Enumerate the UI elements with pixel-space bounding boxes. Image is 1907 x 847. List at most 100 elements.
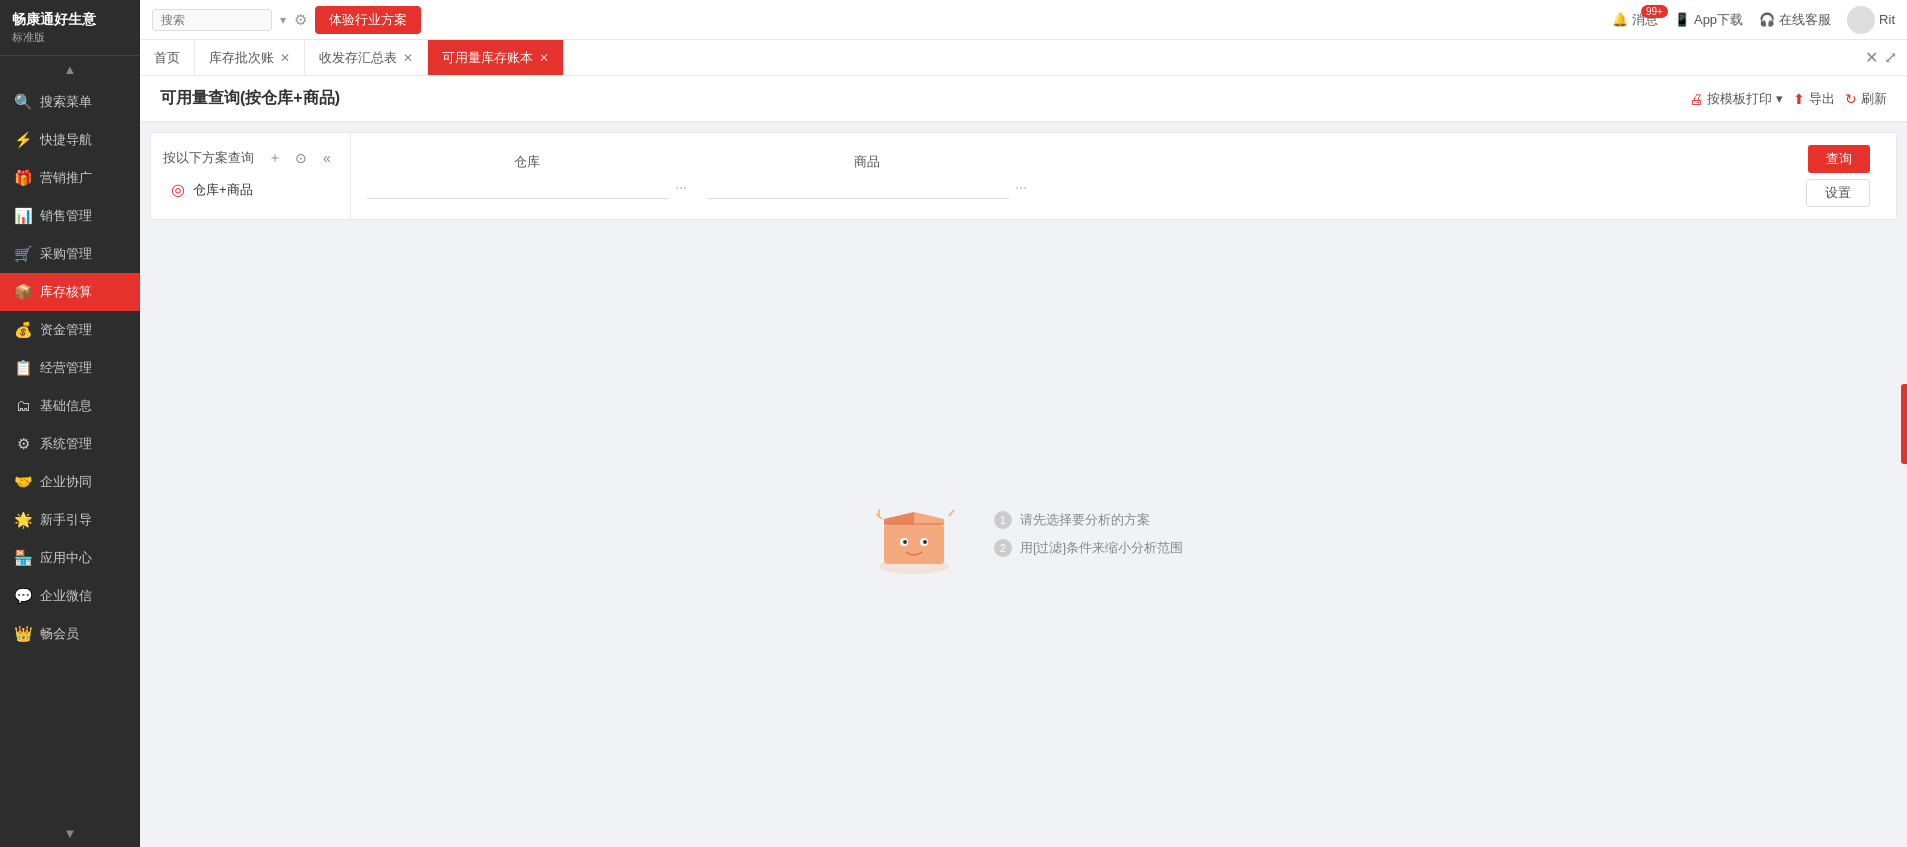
refresh-action[interactable]: ↻ 刷新 bbox=[1845, 90, 1887, 108]
tab-batch[interactable]: 库存批次账 ✕ bbox=[195, 40, 305, 75]
query-button[interactable]: 查询 bbox=[1808, 145, 1870, 173]
sidebar-item-label: 快捷导航 bbox=[40, 131, 92, 149]
sidebar-item-inventory[interactable]: 📦库存核算 bbox=[0, 273, 140, 311]
sidebar-scroll-down[interactable]: ▼ bbox=[0, 820, 140, 847]
chevron-down-icon[interactable]: ▾ bbox=[280, 13, 286, 27]
search-icon: 🔍 bbox=[14, 93, 32, 111]
svg-line-11 bbox=[949, 510, 954, 516]
sidebar-item-apps[interactable]: 🏪 应用中心 bbox=[0, 539, 140, 577]
sidebar-item-label: 企业协同 bbox=[40, 473, 92, 491]
print-icon: 🖨 bbox=[1689, 91, 1703, 107]
member-icon: 👑 bbox=[14, 625, 32, 643]
sidebar-item-label: 销售管理 bbox=[40, 207, 92, 225]
sidebar-item-basic[interactable]: 🗂基础信息 bbox=[0, 387, 140, 425]
close-tab-button[interactable]: ✕ bbox=[1865, 48, 1878, 67]
main-content: ▾ ⚙ 体验行业方案 🔔 消息 99+ 📱 App下载 🎧 在线客服 Rit bbox=[140, 0, 1907, 847]
filter-schemes: 按以下方案查询 ＋ ⊙ « ◎ 仓库+商品 bbox=[151, 133, 351, 219]
messages-button[interactable]: 🔔 消息 99+ bbox=[1612, 11, 1658, 29]
tab-home[interactable]: 首页 bbox=[140, 40, 195, 75]
guide-icon: 🌟 bbox=[14, 511, 32, 529]
sidebar-item-shortcut[interactable]: ⚡快捷导航 bbox=[0, 121, 140, 159]
tab-available[interactable]: 可用量库存账本✕ bbox=[428, 40, 564, 75]
filter-scheme-header: 按以下方案查询 ＋ ⊙ « bbox=[151, 143, 350, 173]
empty-state: 1 请先选择要分析的方案 2 用[过滤]条件来缩小分析范围 bbox=[140, 220, 1907, 847]
purchase-icon: 🛒 bbox=[14, 245, 32, 263]
messages-badge: 99+ bbox=[1641, 5, 1668, 18]
app-download-label: App下载 bbox=[1694, 11, 1743, 29]
sidebar-item-label: 应用中心 bbox=[40, 549, 92, 567]
filter-field-warehouse: 仓库 ··· bbox=[367, 153, 687, 199]
sidebar-item-member[interactable]: 👑畅会员 bbox=[0, 615, 140, 653]
filter-fields: 仓库 ··· 商品 ··· 查询 设置 bbox=[351, 133, 1896, 219]
tab-summary[interactable]: 收发存汇总表 ✕ bbox=[305, 40, 428, 75]
tab-close-summary[interactable]: ✕ bbox=[403, 51, 413, 65]
add-scheme-button[interactable]: ＋ bbox=[264, 147, 286, 169]
sidebar-item-sales[interactable]: 📊 销售管理 bbox=[0, 197, 140, 235]
tip-num-1: 1 bbox=[994, 511, 1012, 529]
sidebar-scroll-up[interactable]: ▲ bbox=[0, 56, 140, 83]
tab-close-batch[interactable]: ✕ bbox=[280, 51, 290, 65]
product-input-row: ··· bbox=[707, 175, 1027, 199]
sidebar-item-search[interactable]: 🔍 搜索菜单 bbox=[0, 83, 140, 121]
sidebar-item-label: 系统管理 bbox=[40, 435, 92, 453]
apps-icon: 🏪 bbox=[14, 549, 32, 567]
collapse-scheme-button[interactable]: « bbox=[316, 147, 338, 169]
edition-label: 标准版 bbox=[12, 30, 128, 45]
tip-text-2: 用[过滤]条件来缩小分析范围 bbox=[1020, 539, 1183, 557]
print-action[interactable]: 🖨 按模板打印 ▾ bbox=[1689, 90, 1783, 108]
avatar bbox=[1847, 6, 1875, 34]
sidebar-item-label: 经营管理 bbox=[40, 359, 92, 377]
settings-scheme-button[interactable]: ⊙ bbox=[290, 147, 312, 169]
print-label: 按模板打印 bbox=[1707, 90, 1772, 108]
product-more-icon[interactable]: ··· bbox=[1015, 179, 1027, 195]
warehouse-more-icon[interactable]: ··· bbox=[675, 179, 687, 195]
sidebar-item-system[interactable]: ⚙系统管理 bbox=[0, 425, 140, 463]
maximize-button[interactable]: ⤢ bbox=[1884, 48, 1897, 67]
scheme-item-icon: ◎ bbox=[171, 180, 185, 199]
export-label: 导出 bbox=[1809, 90, 1835, 108]
sidebar-item-finance[interactable]: 💰资金管理 bbox=[0, 311, 140, 349]
marketing-icon: 🎁 bbox=[14, 169, 32, 187]
online-service-button[interactable]: 🎧 在线客服 bbox=[1759, 11, 1831, 29]
empty-tip-2: 2 用[过滤]条件来缩小分析范围 bbox=[994, 539, 1183, 557]
scheme-item-label: 仓库+商品 bbox=[193, 181, 253, 199]
sidebar-item-label: 库存核算 bbox=[40, 283, 92, 301]
user-avatar[interactable]: Rit bbox=[1847, 6, 1895, 34]
sidebar-item-label: 采购管理 bbox=[40, 245, 92, 263]
tab-close-available[interactable]: ✕ bbox=[539, 51, 549, 65]
search-input[interactable] bbox=[152, 9, 272, 31]
page-header-actions: 🖨 按模板打印 ▾ ⬆ 导出 ↻ 刷新 bbox=[1689, 90, 1887, 108]
svg-marker-2 bbox=[884, 512, 914, 524]
export-action[interactable]: ⬆ 导出 bbox=[1793, 90, 1835, 108]
filter-field-product: 商品 ··· bbox=[707, 153, 1027, 199]
page-title: 可用量查询(按仓库+商品) bbox=[160, 88, 340, 109]
settings-button[interactable]: 设置 bbox=[1806, 179, 1870, 207]
trial-button[interactable]: 体验行业方案 bbox=[315, 6, 421, 34]
empty-illustration bbox=[864, 484, 964, 584]
sidebar-item-operations[interactable]: 📋经营管理 bbox=[0, 349, 140, 387]
page-header: 可用量查询(按仓库+商品) 🖨 按模板打印 ▾ ⬆ 导出 ↻ 刷新 bbox=[140, 76, 1907, 122]
sidebar-item-purchase[interactable]: 🛒 采购管理 bbox=[0, 235, 140, 273]
product-input[interactable] bbox=[707, 175, 1009, 199]
username-label: Rit bbox=[1879, 12, 1895, 27]
warehouse-label: 仓库 bbox=[367, 153, 687, 171]
sales-icon: 📊 bbox=[14, 207, 32, 225]
sidebar-item-wechat[interactable]: 💬企业微信 bbox=[0, 577, 140, 615]
gear-icon[interactable]: ⚙ bbox=[294, 11, 307, 29]
sidebar-item-guide[interactable]: 🌟新手引导 bbox=[0, 501, 140, 539]
sidebar-item-label: 企业微信 bbox=[40, 587, 92, 605]
sidebar-item-marketing[interactable]: 🎁营销推广 bbox=[0, 159, 140, 197]
sidebar-item-label: 基础信息 bbox=[40, 397, 92, 415]
tab-label-home: 首页 bbox=[154, 49, 180, 67]
warehouse-input[interactable] bbox=[367, 175, 669, 199]
tip-num-2: 2 bbox=[994, 539, 1012, 557]
tab-label-summary: 收发存汇总表 bbox=[319, 49, 397, 67]
export-icon: ⬆ bbox=[1793, 91, 1805, 107]
sidebar-item-label: 搜索菜单 bbox=[40, 93, 92, 111]
app-download-button[interactable]: 📱 App下载 bbox=[1674, 11, 1743, 29]
right-scrollbar[interactable] bbox=[1901, 384, 1907, 464]
sidebar-item-collab[interactable]: 🤝企业协同 bbox=[0, 463, 140, 501]
tab-label-batch: 库存批次账 bbox=[209, 49, 274, 67]
online-service-label: 在线客服 bbox=[1779, 11, 1831, 29]
scheme-item-warehouse-product[interactable]: ◎ 仓库+商品 bbox=[151, 173, 350, 206]
